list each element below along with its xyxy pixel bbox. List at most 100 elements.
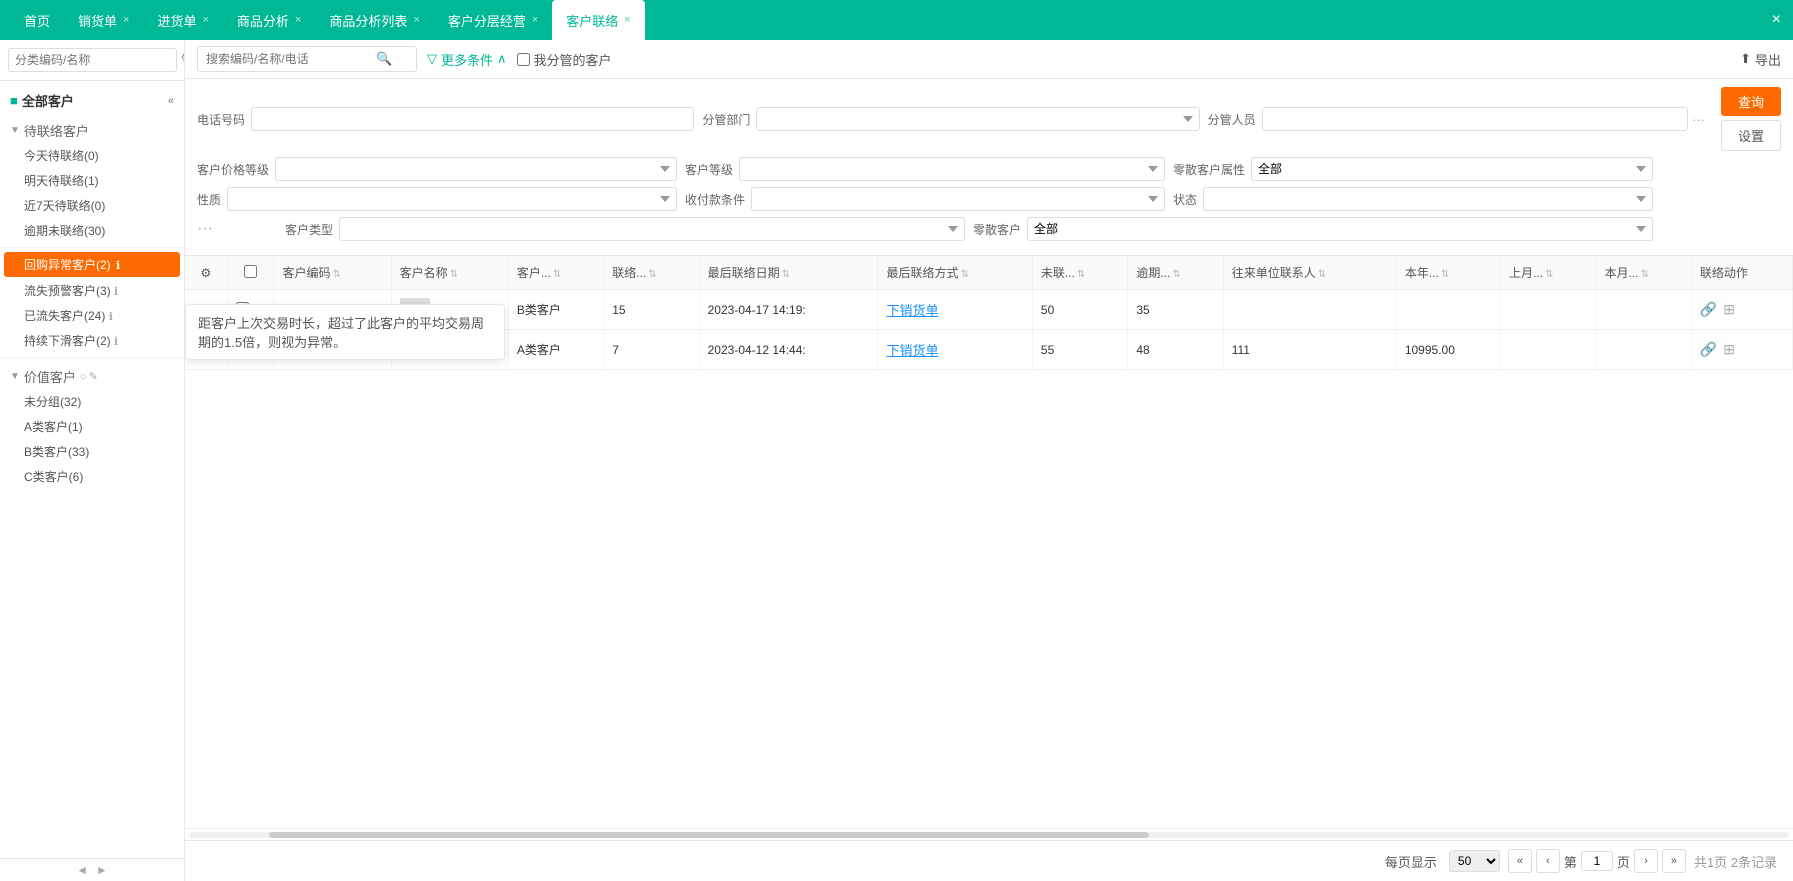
filter-search-input[interactable] [206,52,376,66]
th-contact-count[interactable]: 联络...⇅ [604,256,699,290]
collapse-sidebar-btn[interactable]: « [168,95,174,107]
nav-customer-tier[interactable]: 客户分层经营 × [434,0,552,40]
close-customer-tier[interactable]: × [532,14,538,26]
th-uncontacted[interactable]: 未联...⇅ [1032,256,1127,290]
retail-customer-select[interactable]: 全部 [1027,217,1653,241]
close-purchase-order[interactable]: × [202,14,208,26]
row1-unit-contacts [1223,290,1396,330]
price-grade-wrap [275,157,677,181]
sidebar-item-ungrouped[interactable]: 未分组(32) [0,389,184,414]
close-window-icon[interactable]: × [1772,11,1781,29]
sidebar-item-overdue-contact[interactable]: 逾期未联络(30) [0,218,184,243]
nav-purchase-order[interactable]: 进货单 × [143,0,222,40]
row1-this-month [1596,290,1691,330]
th-unit-contacts[interactable]: 往来单位联系人⇅ [1223,256,1396,290]
nav-product-list[interactable]: 商品分析列表 × [315,0,433,40]
nav-customer-contact[interactable]: 客户联络 × [552,0,644,40]
sidebar-section-value[interactable]: ▼ 价值客户 ○ ✎ [0,362,184,389]
advanced-filter: 电话号码 分管部门 分管人员 ··· 查询 [185,79,1793,256]
th-name[interactable]: 客户名称⇅ [391,256,508,290]
my-customers-checkbox[interactable] [517,53,530,66]
th-last-date[interactable]: 最后联络日期⇅ [699,256,878,290]
nav-sales-order[interactable]: 销货单 × [64,0,143,40]
sidebar-item-b-class[interactable]: B类客户(33) [0,439,184,464]
ellipsis-btn[interactable]: ··· [197,220,213,238]
nav-product-analysis[interactable]: 商品分析 × [223,0,315,40]
first-page-btn[interactable]: « [1508,849,1532,873]
page-input[interactable] [1581,851,1613,871]
row1-actions: 🔗 ⊞ [1691,290,1792,330]
th-last-method[interactable]: 最后联络方式⇅ [878,256,1032,290]
close-sales-order[interactable]: × [123,14,129,26]
close-product-analysis[interactable]: × [295,14,301,26]
row2-action-link[interactable]: 🔗 [1700,341,1717,358]
scrollbar-thumb[interactable] [269,832,1149,838]
sidebar-item-declining[interactable]: 持续下滑客户(2) ℹ [0,328,184,353]
value-customer-circle[interactable]: ○ [80,371,87,383]
table-footer: 每页显示 20 50 100 « ‹ 第 页 › » 共1页 2条记录 [185,840,1793,881]
payment-select[interactable] [751,187,1165,211]
filter-search-icon[interactable]: 🔍 [376,51,392,67]
sidebar-search-input[interactable] [8,48,177,72]
sidebar-item-a-class[interactable]: A类客户(1) [0,414,184,439]
row2-unit-contacts: 111 [1223,330,1396,370]
query-button[interactable]: 查询 [1721,87,1781,116]
th-last-month[interactable]: 上月...⇅ [1501,256,1596,290]
horizontal-scrollbar[interactable] [185,828,1793,840]
status-select[interactable] [1203,187,1653,211]
th-this-year[interactable]: 本年...⇅ [1396,256,1500,290]
row2-last-method[interactable]: 下销货单 [878,330,1032,370]
sidebar-item-churned[interactable]: 已流失客户(24) ℹ [0,303,184,328]
more-conditions-btn[interactable]: ▽ 更多条件 ∧ [427,50,507,69]
field-customer-grade: 客户等级 [685,157,1165,181]
sidebar-item-churn-warning[interactable]: 流失预警客户(3) ℹ [0,278,184,303]
th-settings[interactable]: ⚙ [185,256,227,290]
row1-last-method[interactable]: 下销货单 [878,290,1032,330]
sidebar-item-c-class[interactable]: C类客户(6) [0,464,184,489]
dept-select[interactable] [756,107,1199,131]
select-all-checkbox[interactable] [244,265,257,278]
customer-type-select[interactable] [339,217,965,241]
prev-page-btn[interactable]: ‹ [1536,849,1560,873]
per-page-select[interactable]: 20 50 100 [1449,850,1500,872]
next-page-btn[interactable]: › [1634,849,1658,873]
sidebar-scroll-right[interactable]: ► [96,863,108,877]
close-product-list[interactable]: × [413,14,419,26]
sidebar-scroll-left[interactable]: ◄ [76,863,88,877]
sidebar-item-tomorrow[interactable]: 明天待联络(1) [0,168,184,193]
row1-action-grid[interactable]: ⊞ [1723,301,1735,318]
nav-home[interactable]: 首页 [10,0,64,40]
export-button[interactable]: ⬆ 导出 [1740,50,1781,69]
sidebar-item-repurchase-anomaly[interactable]: 回购异常客户(2) ℹ [4,252,180,277]
person-ellipsis[interactable]: ··· [1692,112,1705,127]
sidebar-item-today[interactable]: 今天待联络(0) [0,143,184,168]
th-this-month[interactable]: 本月...⇅ [1596,256,1691,290]
settings-button[interactable]: 设置 [1721,120,1781,151]
filter-bar: 🔍 ▽ 更多条件 ∧ 我分管的客户 ⬆ 导出 [185,40,1793,79]
retail-attr-select[interactable]: 全部 [1251,157,1653,181]
th-overdue[interactable]: 逾期...⇅ [1128,256,1223,290]
all-customers-header[interactable]: ■ 全部客户 « [0,85,184,116]
sidebar-section-pending[interactable]: ▼ 待联络客户 [0,116,184,143]
my-customers-filter[interactable]: 我分管的客户 [517,50,612,69]
row1-last-date: 2023-04-17 14:19: [699,290,878,330]
row2-actions: 🔗 ⊞ [1691,330,1792,370]
value-customer-edit[interactable]: ✎ [89,370,98,383]
row1-last-month [1501,290,1596,330]
phone-input[interactable] [251,107,694,131]
sidebar-item-7days[interactable]: 近7天待联络(0) [0,193,184,218]
th-code[interactable]: 客户编码⇅ [274,256,391,290]
last-page-btn[interactable]: » [1662,849,1686,873]
close-customer-contact[interactable]: × [624,14,630,26]
status-wrap [1203,187,1653,211]
pagination-nav: « ‹ 第 页 › » [1508,849,1686,873]
customer-grade-select[interactable] [739,157,1165,181]
row2-action-grid[interactable]: ⊞ [1723,341,1735,358]
price-grade-select[interactable] [275,157,677,181]
person-input[interactable] [1262,107,1688,131]
adv-filter-row-3: 性质 收付款条件 状态 [197,187,1781,211]
nature-select[interactable] [227,187,677,211]
th-type[interactable]: 客户...⇅ [508,256,603,290]
row1-action-link[interactable]: 🔗 [1700,301,1717,318]
row1-uncontacted: 50 [1032,290,1127,330]
